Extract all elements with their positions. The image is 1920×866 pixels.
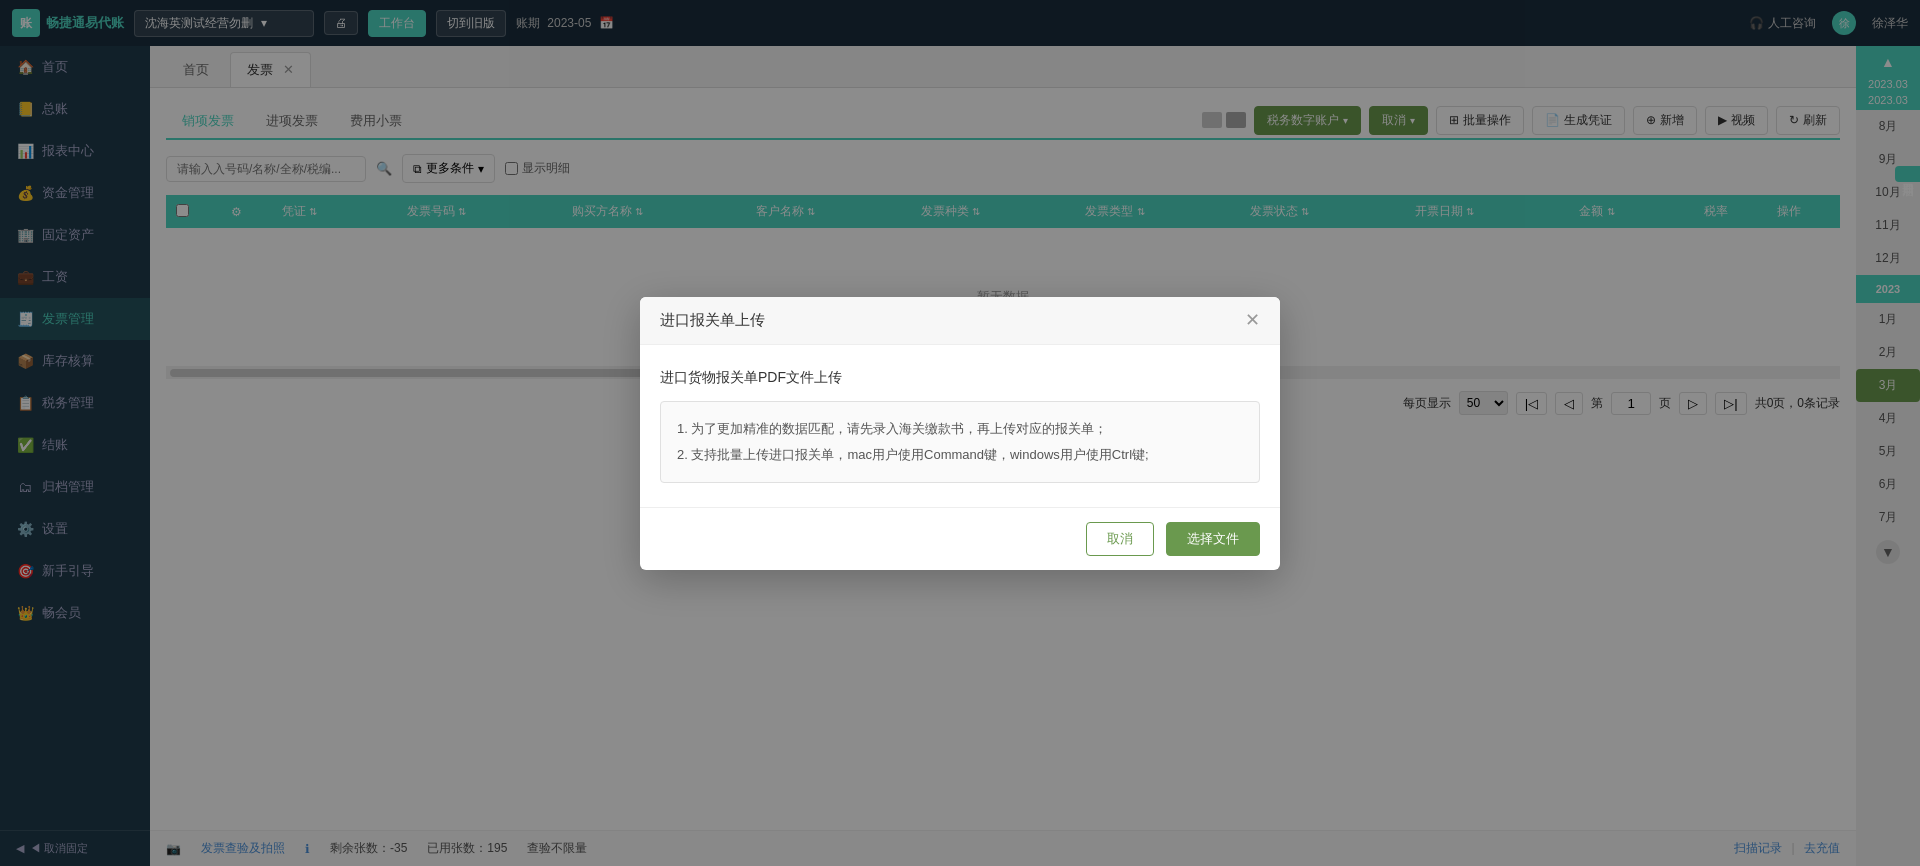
modal-footer: 取消 选择文件 [640,507,1280,570]
modal-overlay[interactable]: 进口报关单上传 ✕ 进口货物报关单PDF文件上传 1. 为了更加精准的数据匹配，… [0,0,1920,866]
modal-select-file-button[interactable]: 选择文件 [1166,522,1260,556]
modal-header: 进口报关单上传 ✕ [640,297,1280,345]
modal-body: 进口货物报关单PDF文件上传 1. 为了更加精准的数据匹配，请先录入海关缴款书，… [640,345,1280,507]
import-modal: 进口报关单上传 ✕ 进口货物报关单PDF文件上传 1. 为了更加精准的数据匹配，… [640,297,1280,570]
upload-note-1: 1. 为了更加精准的数据匹配，请先录入海关缴款书，再上传对应的报关单； [677,416,1243,442]
modal-cancel-button[interactable]: 取消 [1086,522,1154,556]
modal-close-button[interactable]: ✕ [1245,311,1260,329]
upload-title: 进口货物报关单PDF文件上传 [660,369,1260,387]
upload-note-2: 2. 支持批量上传进口报关单，mac用户使用Command键，windows用户… [677,442,1243,468]
upload-notes: 1. 为了更加精准的数据匹配，请先录入海关缴款书，再上传对应的报关单； 2. 支… [660,401,1260,483]
modal-title: 进口报关单上传 [660,311,765,330]
